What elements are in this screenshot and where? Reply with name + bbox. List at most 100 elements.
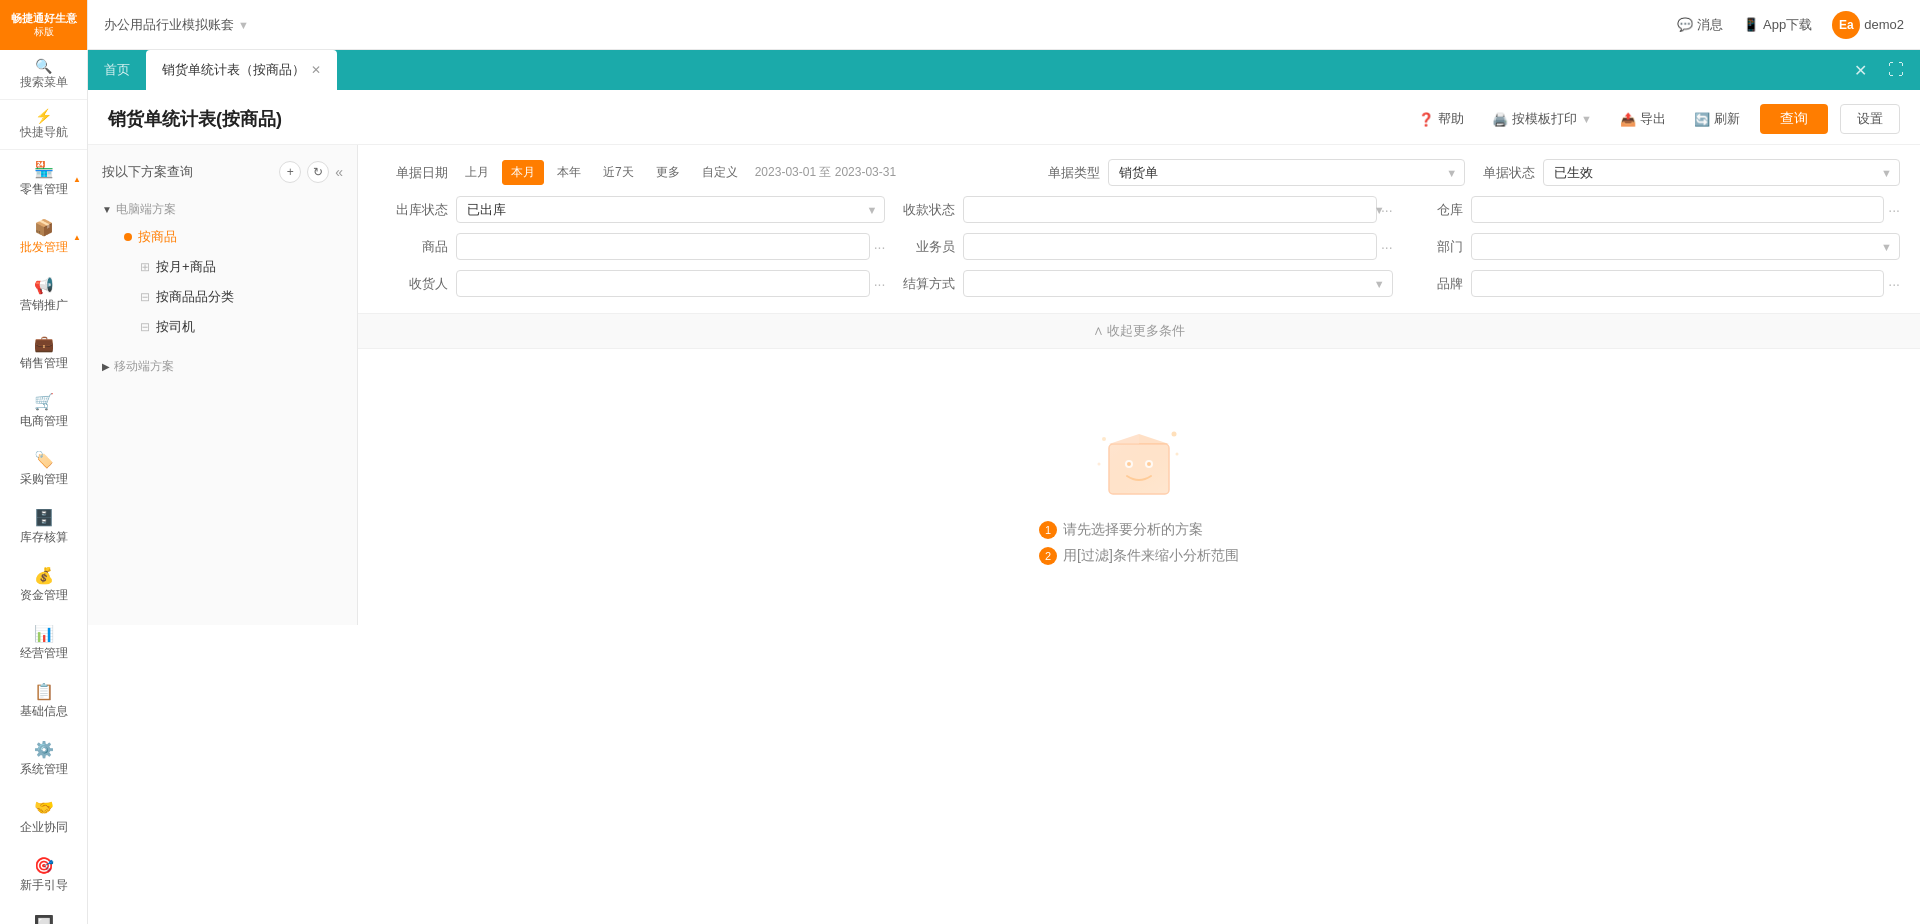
department-control: ▼ <box>1471 233 1900 260</box>
sidebar-item-retail[interactable]: 🏪 零售管理 <box>0 150 87 208</box>
doc-status-select[interactable]: 已生效 <box>1543 159 1900 186</box>
sidebar-item-operation-label: 经营管理 <box>20 645 68 662</box>
receipt-status-dots[interactable]: ··· <box>1381 202 1393 218</box>
refresh-icon: 🔄 <box>1694 112 1710 127</box>
sidebar-quicknav[interactable]: ⚡ 快捷导航 <box>0 100 87 150</box>
settings-btn[interactable]: 设置 <box>1840 104 1900 134</box>
product-dots[interactable]: ··· <box>874 239 886 255</box>
sidebar-item-guide[interactable]: 🎯 新手引导 <box>0 846 87 904</box>
operation-icon: 📊 <box>34 624 54 643</box>
date-btn-this-month[interactable]: 本月 <box>502 160 544 185</box>
collapse-more-btn[interactable]: ∧ 收起更多条件 <box>358 314 1920 349</box>
filter-field-doc-type: 单据类型 销货单 ▼ <box>1030 159 1465 186</box>
svg-point-6 <box>1172 432 1177 437</box>
date-btn-custom[interactable]: 自定义 <box>693 160 747 185</box>
app-download-icon: 📱 <box>1743 17 1759 32</box>
empty-tip-2: 2 用[过滤]条件来缩小分析范围 <box>1039 547 1239 565</box>
sidebar-item-system[interactable]: ⚙️ 系统管理 <box>0 730 87 788</box>
print-template-btn[interactable]: 🖨️ 按模板打印 ▼ <box>1484 106 1600 132</box>
sidebar-item-ecommerce[interactable]: 🛒 电商管理 <box>0 382 87 440</box>
tree-section-mobile: ▶ 移动端方案 <box>88 350 357 379</box>
salesperson-label: 业务员 <box>885 238 955 256</box>
date-label: 单据日期 <box>378 164 448 182</box>
warehouse-input[interactable] <box>1471 196 1885 223</box>
sidebar-item-basic[interactable]: 📋 基础信息 <box>0 672 87 730</box>
collapse-panel-btn[interactable]: « <box>335 164 343 180</box>
salesperson-dots[interactable]: ··· <box>1381 239 1393 255</box>
tab-minimize-btn[interactable]: ✕ <box>1846 56 1874 84</box>
sidebar-item-operation[interactable]: 📊 经营管理 <box>0 614 87 672</box>
sidebar-item-retail-label: 零售管理 <box>20 181 68 198</box>
doc-type-label: 单据类型 <box>1030 164 1100 182</box>
top-header: 办公用品行业模拟账套 ▼ 💬 消息 📱 App下载 Ea demo2 <box>88 0 1920 50</box>
sidebar-item-purchase[interactable]: 🏷️ 采购管理 <box>0 440 87 498</box>
tab-home[interactable]: 首页 <box>88 50 146 90</box>
right-content: 单据日期 上月 本月 本年 近7天 更多 自定义 <box>358 145 1920 625</box>
sidebar-item-finance[interactable]: 💰 资金管理 <box>0 556 87 614</box>
tree-node-by-month-product[interactable]: ⊞ 按月+商品 <box>88 252 357 282</box>
sidebar-item-wholesale[interactable]: 📦 批发管理 <box>0 208 87 266</box>
tree-node-by-category-label: 按商品品分类 <box>156 288 234 306</box>
filter-field-settlement: 结算方式 ▼ <box>885 270 1392 297</box>
date-btn-more[interactable]: 更多 <box>647 160 689 185</box>
help-btn[interactable]: ❓ 帮助 <box>1410 106 1472 132</box>
collapse-more-label: ∧ 收起更多条件 <box>1093 323 1186 338</box>
sidebar-item-sales-label: 销售管理 <box>20 355 68 372</box>
sidebar-item-appcenter[interactable]: 🔲 应用中心 <box>0 904 87 924</box>
app-download-btn[interactable]: 📱 App下载 <box>1743 16 1812 34</box>
sales-icon: 💼 <box>34 334 54 353</box>
search-btn-label: 查询 <box>1780 110 1808 128</box>
tab-close-btn[interactable]: ✕ <box>311 63 321 77</box>
tab-maximize-btn[interactable]: ⛶ <box>1882 56 1910 84</box>
tree-node-by-category[interactable]: ⊟ 按商品品分类 <box>88 282 357 312</box>
filter-row-2: 出库状态 已出库 ▼ 收款状态 <box>378 196 1900 223</box>
department-input[interactable] <box>1471 233 1900 260</box>
tab-sales-stats-label: 销货单统计表（按商品） <box>162 61 305 79</box>
refresh-plan-btn[interactable]: ↻ <box>307 161 329 183</box>
sidebar-search-label: 搜索菜单 <box>6 74 81 91</box>
sidebar-item-marketing[interactable]: 📢 营销推广 <box>0 266 87 324</box>
sidebar-item-system-label: 系统管理 <box>20 761 68 778</box>
date-btn-last-month[interactable]: 上月 <box>456 160 498 185</box>
sidebar-item-enterprise[interactable]: 🤝 企业协同 <box>0 788 87 846</box>
brand-input[interactable] <box>1471 270 1885 297</box>
user-profile-btn[interactable]: Ea demo2 <box>1832 11 1904 39</box>
avatar: Ea <box>1832 11 1860 39</box>
export-btn[interactable]: 📤 导出 <box>1612 106 1674 132</box>
receiver-label: 收货人 <box>378 275 448 293</box>
sidebar-item-inventory[interactable]: 🗄️ 库存核算 <box>0 498 87 556</box>
product-input[interactable] <box>456 233 870 260</box>
refresh-btn[interactable]: 🔄 刷新 <box>1686 106 1748 132</box>
receiver-input[interactable] <box>456 270 870 297</box>
message-btn[interactable]: 💬 消息 <box>1677 16 1723 34</box>
salesperson-input[interactable] <box>963 233 1377 260</box>
out-status-select[interactable]: 已出库 <box>456 196 885 223</box>
salesperson-control: ··· <box>963 233 1392 260</box>
tree-node-by-driver[interactable]: ⊟ 按司机 <box>88 312 357 342</box>
main-layout: 按以下方案查询 + ↻ « ▼ 电脑端方案 按商品 <box>88 145 1920 625</box>
app-download-label: App下载 <box>1763 16 1812 34</box>
date-btn-7days[interactable]: 近7天 <box>594 160 643 185</box>
tab-sales-stats[interactable]: 销货单统计表（按商品） ✕ <box>146 50 337 90</box>
add-plan-btn[interactable]: + <box>279 161 301 183</box>
search-btn[interactable]: 查询 <box>1760 104 1828 134</box>
sidebar-item-sales[interactable]: 💼 销售管理 <box>0 324 87 382</box>
doc-type-select[interactable]: 销货单 <box>1108 159 1465 186</box>
enterprise-icon: 🤝 <box>34 798 54 817</box>
tree-arrow-pc: ▼ <box>102 204 112 215</box>
date-btn-this-year[interactable]: 本年 <box>548 160 590 185</box>
receipt-status-input[interactable] <box>963 196 1377 223</box>
tree-node-by-product[interactable]: 按商品 <box>88 222 357 252</box>
filter-field-department: 部门 ▼ <box>1393 233 1900 260</box>
filter-field-out-status: 出库状态 已出库 ▼ <box>378 196 885 223</box>
basic-icon: 📋 <box>34 682 54 701</box>
warehouse-dots[interactable]: ··· <box>1888 202 1900 218</box>
settlement-input[interactable] <box>963 270 1392 297</box>
filter-form: 单据日期 上月 本月 本年 近7天 更多 自定义 <box>358 145 1920 314</box>
svg-point-8 <box>1098 463 1101 466</box>
receiver-dots[interactable]: ··· <box>874 276 886 292</box>
brand-dots[interactable]: ··· <box>1888 276 1900 292</box>
sidebar-search[interactable]: 🔍 搜索菜单 <box>0 50 87 100</box>
help-label: 帮助 <box>1438 110 1464 128</box>
warehouse-control: ··· <box>1471 196 1900 223</box>
